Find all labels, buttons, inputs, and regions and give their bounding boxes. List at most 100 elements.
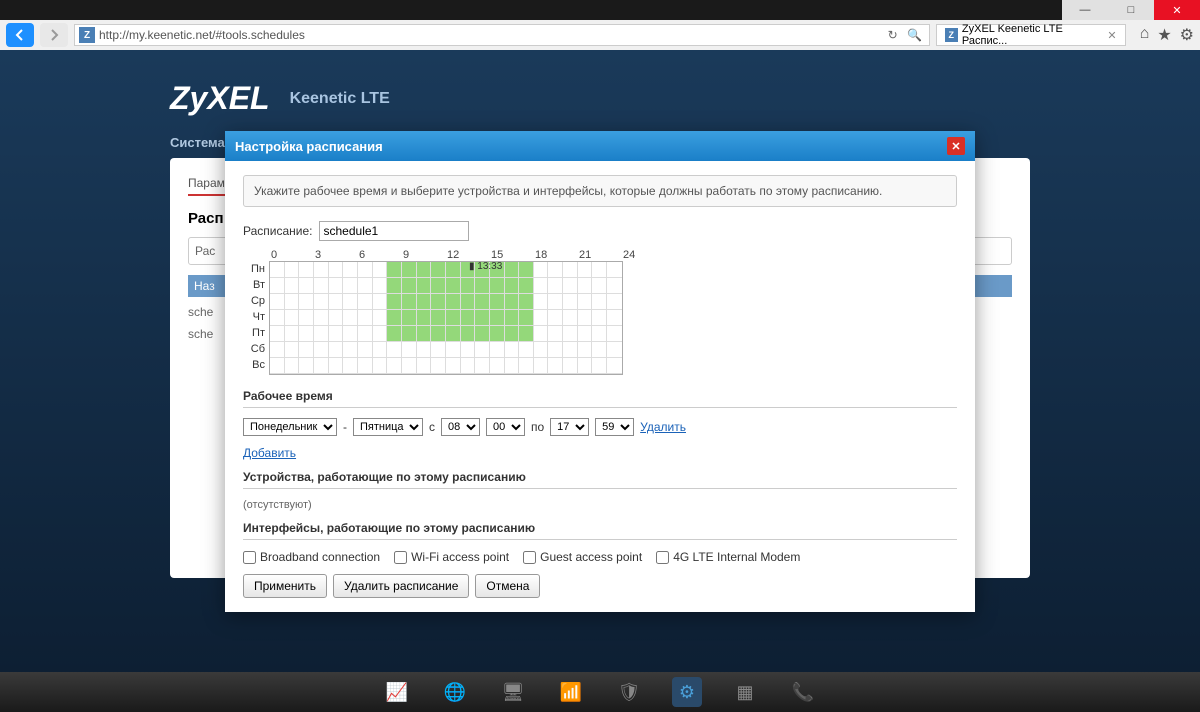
grid-cell[interactable] (402, 326, 417, 342)
grid-cell[interactable] (358, 262, 373, 278)
hour-from-select[interactable]: 08 (441, 418, 480, 436)
grid-cell[interactable] (402, 310, 417, 326)
grid-cell[interactable] (578, 310, 593, 326)
home-icon[interactable]: ⌂ (1140, 25, 1150, 45)
grid-cell[interactable] (578, 358, 593, 374)
grid-cell[interactable] (548, 342, 563, 358)
grid-cell[interactable] (592, 278, 607, 294)
grid-cell[interactable] (285, 294, 300, 310)
grid-cell[interactable] (563, 310, 578, 326)
grid-cell[interactable] (548, 310, 563, 326)
grid-cell[interactable] (343, 358, 358, 374)
tab-close-icon[interactable]: ✕ (1107, 29, 1116, 42)
grid-cell[interactable] (475, 278, 490, 294)
grid-cell[interactable] (534, 310, 549, 326)
search-icon[interactable]: 🔍 (905, 25, 925, 45)
grid-cell[interactable] (373, 278, 388, 294)
grid-cell[interactable] (431, 262, 446, 278)
grid-cell[interactable] (387, 342, 402, 358)
grid-cell[interactable] (563, 358, 578, 374)
grid-cell[interactable] (607, 310, 622, 326)
dock-apps-icon[interactable]: ▦ (730, 677, 760, 707)
grid-cell[interactable] (329, 358, 344, 374)
grid-cell[interactable] (534, 358, 549, 374)
grid-cell[interactable] (314, 326, 329, 342)
cb-guest-input[interactable] (523, 551, 536, 564)
grid-cell[interactable] (299, 262, 314, 278)
grid-cell[interactable] (285, 310, 300, 326)
grid-cell[interactable] (490, 278, 505, 294)
grid-cell[interactable] (519, 342, 534, 358)
grid-cell[interactable] (431, 326, 446, 342)
grid-cell[interactable] (314, 294, 329, 310)
grid-cell[interactable] (299, 294, 314, 310)
window-maximize-button[interactable]: □ (1108, 0, 1154, 20)
grid-cell[interactable] (548, 358, 563, 374)
grid-cell[interactable] (446, 342, 461, 358)
grid-cell[interactable] (519, 262, 534, 278)
grid-cell[interactable] (446, 358, 461, 374)
grid-cell[interactable] (519, 310, 534, 326)
grid-cell[interactable] (607, 294, 622, 310)
cancel-button[interactable]: Отмена (475, 574, 540, 598)
grid-cell[interactable] (314, 342, 329, 358)
grid-cell[interactable] (534, 294, 549, 310)
grid-cell[interactable] (578, 262, 593, 278)
grid-cell[interactable] (387, 326, 402, 342)
grid-cell[interactable] (314, 310, 329, 326)
grid-cell[interactable] (505, 358, 520, 374)
grid-cell[interactable] (505, 310, 520, 326)
grid-cell[interactable] (446, 262, 461, 278)
grid-cell[interactable] (314, 358, 329, 374)
window-close-button[interactable]: ✕ (1154, 0, 1200, 20)
grid-cell[interactable] (329, 342, 344, 358)
schedule-name-input[interactable] (319, 221, 469, 241)
url-bar[interactable]: Z http://my.keenetic.net/#tools.schedule… (74, 24, 930, 46)
grid-cell[interactable] (461, 310, 476, 326)
grid-cell[interactable] (505, 326, 520, 342)
grid-cell[interactable] (402, 262, 417, 278)
add-timerange-link[interactable]: Добавить (243, 446, 296, 460)
grid-cell[interactable] (446, 278, 461, 294)
grid-cell[interactable] (387, 278, 402, 294)
grid-cell[interactable] (314, 278, 329, 294)
grid-cell[interactable] (373, 294, 388, 310)
grid-cell[interactable] (548, 326, 563, 342)
grid-cell[interactable] (402, 342, 417, 358)
grid-cell[interactable] (270, 326, 285, 342)
cb-4glte-input[interactable] (656, 551, 669, 564)
cb-guest[interactable]: Guest access point (523, 550, 642, 564)
gear-icon[interactable]: ⚙ (1180, 25, 1194, 45)
grid-cell[interactable] (505, 262, 520, 278)
grid-cell[interactable] (578, 294, 593, 310)
grid-cell[interactable] (431, 310, 446, 326)
grid-cell[interactable] (592, 326, 607, 342)
grid-cell[interactable] (343, 278, 358, 294)
grid-cell[interactable] (387, 294, 402, 310)
grid-cell[interactable] (490, 294, 505, 310)
grid-cell[interactable] (534, 342, 549, 358)
grid-cell[interactable] (431, 294, 446, 310)
grid-cell[interactable] (299, 310, 314, 326)
min-to-select[interactable]: 59 (595, 418, 634, 436)
grid-cell[interactable] (358, 342, 373, 358)
grid-cell[interactable] (592, 294, 607, 310)
grid-cell[interactable] (563, 278, 578, 294)
grid-cell[interactable] (519, 278, 534, 294)
grid-cell[interactable] (519, 358, 534, 374)
grid-cell[interactable] (299, 326, 314, 342)
grid-cell[interactable] (461, 326, 476, 342)
grid-cell[interactable] (358, 358, 373, 374)
grid-cell[interactable] (402, 294, 417, 310)
grid-cell[interactable] (607, 262, 622, 278)
grid-cell[interactable] (446, 310, 461, 326)
grid-cell[interactable] (417, 294, 432, 310)
cb-broadband[interactable]: Broadband connection (243, 550, 380, 564)
grid-cell[interactable] (592, 358, 607, 374)
grid-cell[interactable] (417, 310, 432, 326)
grid-cell[interactable] (285, 262, 300, 278)
grid-cell[interactable] (490, 310, 505, 326)
grid-cell[interactable] (417, 342, 432, 358)
grid-cell[interactable] (358, 278, 373, 294)
grid-cell[interactable] (578, 342, 593, 358)
